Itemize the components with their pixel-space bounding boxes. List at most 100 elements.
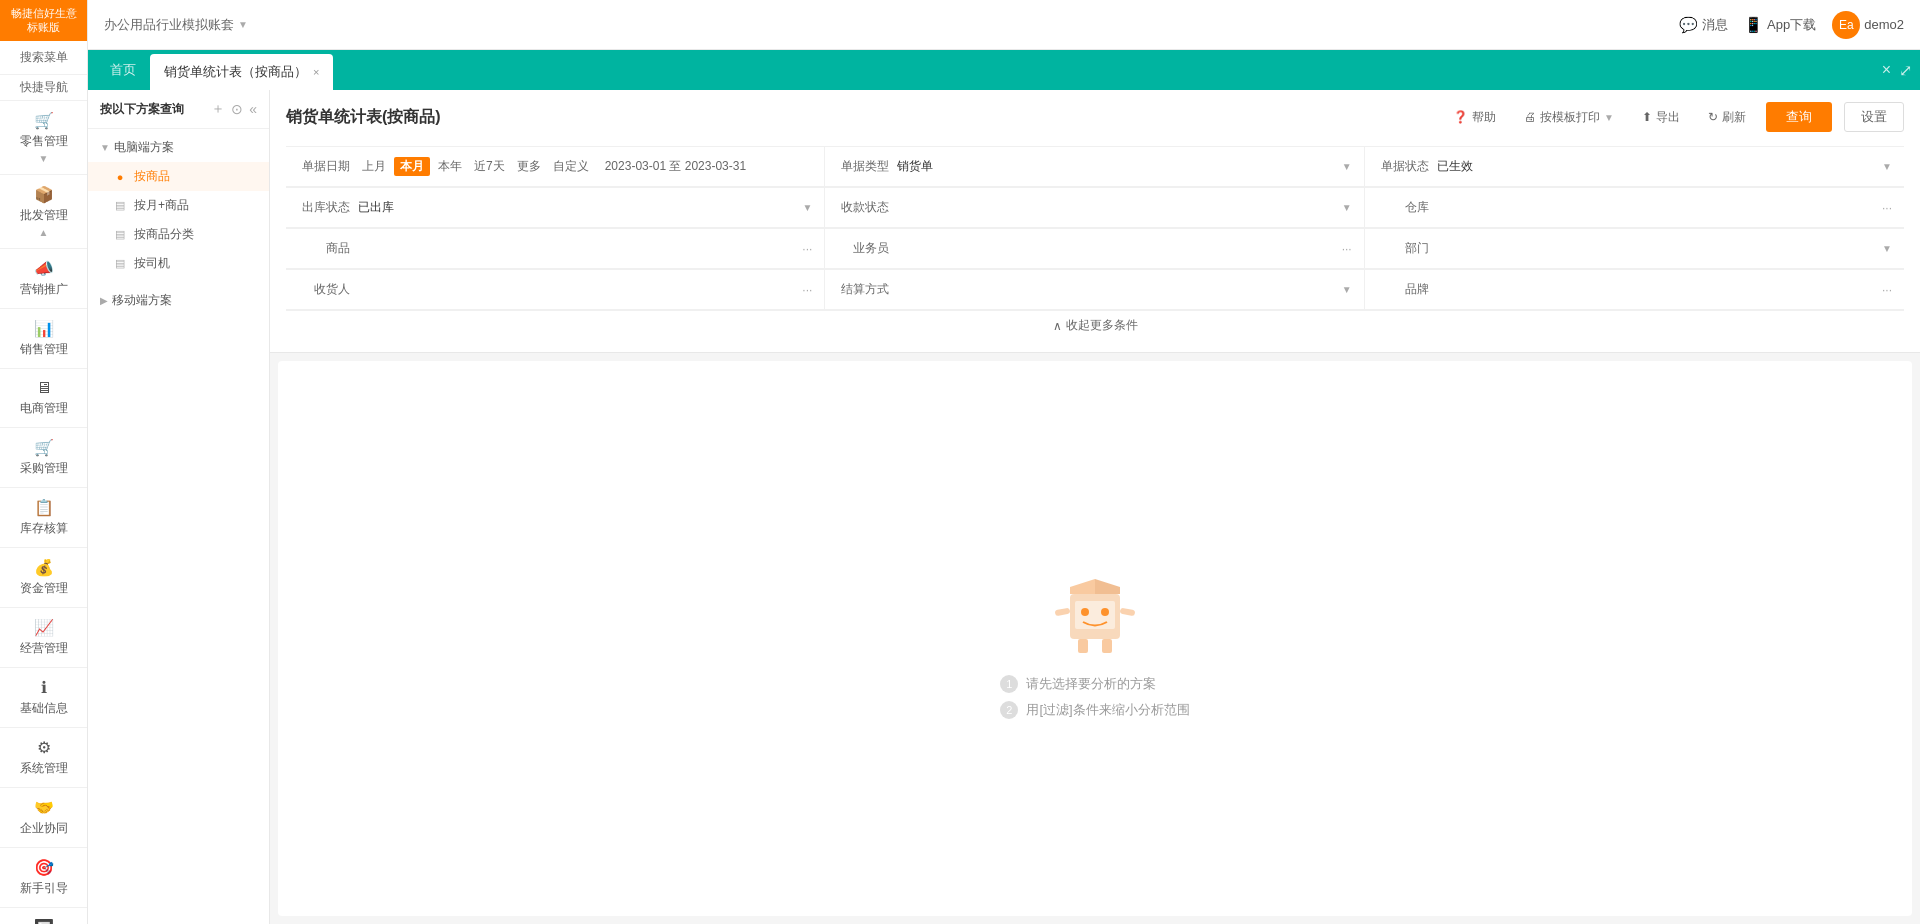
- staff-value[interactable]: ···: [897, 242, 1351, 256]
- receiptstatus-value[interactable]: ▼: [897, 202, 1351, 213]
- window-maximize-icon[interactable]: ⤢: [1899, 61, 1912, 80]
- doctype-value[interactable]: 销货单 ▼: [897, 158, 1351, 175]
- appcenter-icon: 🔲: [34, 918, 54, 924]
- receiptstatus-dropdown-icon[interactable]: ▼: [1342, 202, 1352, 213]
- doctype-dropdown-icon[interactable]: ▼: [1342, 161, 1352, 172]
- message-btn[interactable]: 💬 消息: [1679, 16, 1728, 34]
- scheme-group-desktop-title[interactable]: ▼ 电脑端方案: [88, 133, 269, 162]
- sidebar-item-finance[interactable]: 💰 资金管理: [0, 548, 87, 608]
- quick-nav[interactable]: 快捷导航: [0, 75, 87, 101]
- filter-row-2: 出库状态 已出库 ▼ 收款状态 ▼: [286, 187, 1904, 228]
- goods-value[interactable]: ···: [358, 242, 812, 256]
- scheme-group-mobile: ▶ 移动端方案: [88, 282, 269, 319]
- goods-dots-icon[interactable]: ···: [802, 242, 812, 256]
- dept-value[interactable]: ▼: [1437, 243, 1892, 254]
- purchase-icon: 🛒: [34, 438, 54, 457]
- header-industry: 办公用品行业模拟账套 ▼: [104, 16, 248, 34]
- warehouse-value[interactable]: ···: [1437, 201, 1892, 215]
- outstatus-value[interactable]: 已出库 ▼: [358, 199, 812, 216]
- search-menu[interactable]: 搜索菜单: [0, 41, 87, 75]
- settings-scheme-btn[interactable]: ⊙: [231, 101, 243, 117]
- outstatus-dropdown-icon[interactable]: ▼: [802, 202, 812, 213]
- scheme-item-by-driver[interactable]: ▤ 按司机: [88, 249, 269, 278]
- svg-marker-2: [1095, 579, 1120, 594]
- filter-date-cell: 单据日期 上月 本月 本年 近7天 更多 自定义 2023-03-01 至 20…: [286, 147, 825, 187]
- table3-icon: ▤: [112, 256, 128, 272]
- date-tab-lastmonth[interactable]: 上月: [358, 156, 390, 177]
- empty-illustration: [1045, 559, 1145, 659]
- brand-dots-icon[interactable]: ···: [1882, 283, 1892, 297]
- scheme-group-mobile-title[interactable]: ▶ 移动端方案: [88, 286, 269, 315]
- receiver-dots-icon[interactable]: ···: [802, 283, 812, 297]
- empty-tip-2: 2 用[过滤]条件来缩小分析范围: [1000, 701, 1189, 719]
- collapse-filters-btn[interactable]: ∧ 收起更多条件: [286, 310, 1904, 340]
- logo-text: 畅捷信好生意 标账版: [11, 6, 77, 35]
- avatar: Ea: [1832, 11, 1860, 39]
- sidebar-item-operations[interactable]: 📈 经营管理: [0, 608, 87, 668]
- payment-value[interactable]: ▼: [897, 284, 1351, 295]
- app-download-btn[interactable]: 📱 App下载: [1744, 16, 1816, 34]
- tip-num-2: 2: [1000, 701, 1018, 719]
- scheme-item-by-category[interactable]: ▤ 按商品分类: [88, 220, 269, 249]
- warehouse-dots-icon[interactable]: ···: [1882, 201, 1892, 215]
- filter-row-1: 单据日期 上月 本月 本年 近7天 更多 自定义 2023-03-01 至 20…: [286, 146, 1904, 187]
- filter-docstatus-cell: 单据状态 已生效 ▼: [1365, 147, 1904, 187]
- scheme-item-by-goods[interactable]: ● 按商品: [88, 162, 269, 191]
- sidebar-item-retail[interactable]: 🛒 零售管理 ▼: [0, 101, 87, 175]
- date-tab-thismonth[interactable]: 本月: [394, 157, 430, 176]
- staff-dots-icon[interactable]: ···: [1342, 242, 1352, 256]
- collapse-scheme-btn[interactable]: «: [249, 101, 257, 117]
- sidebar-item-system[interactable]: ⚙ 系统管理: [0, 728, 87, 788]
- sidebar-item-wholesale[interactable]: 📦 批发管理 ▲: [0, 175, 87, 249]
- sidebar-item-marketing[interactable]: 📣 营销推广: [0, 249, 87, 309]
- sidebar-item-ecommerce[interactable]: 🖥 电商管理: [0, 369, 87, 428]
- sidebar-item-guide[interactable]: 🎯 新手引导: [0, 848, 87, 908]
- goods-label: 商品: [298, 240, 358, 257]
- refresh-btn[interactable]: ↻ 刷新: [1700, 105, 1754, 130]
- sidebar-item-purchase[interactable]: 🛒 采购管理: [0, 428, 87, 488]
- export-btn[interactable]: ⬆ 导出: [1634, 105, 1688, 130]
- sidebar-item-sales[interactable]: 📊 销售管理: [0, 309, 87, 369]
- help-btn[interactable]: ❓ 帮助: [1445, 105, 1504, 130]
- svg-marker-1: [1070, 579, 1095, 594]
- dept-dropdown-icon[interactable]: ▼: [1882, 243, 1892, 254]
- sidebar-item-collab[interactable]: 🤝 企业协同: [0, 788, 87, 848]
- right-content: 销货单统计表(按商品) ❓ 帮助 🖨 按模板打印 ▼ ⬆: [270, 90, 1920, 924]
- date-tab-thisyear[interactable]: 本年: [434, 156, 466, 177]
- scheme-item-by-month-goods[interactable]: ▤ 按月+商品: [88, 191, 269, 220]
- doctype-label: 单据类型: [837, 158, 897, 175]
- date-tab-more[interactable]: 更多: [513, 156, 545, 177]
- user-menu[interactable]: Ea demo2: [1832, 11, 1904, 39]
- print-btn[interactable]: 🖨 按模板打印 ▼: [1516, 105, 1622, 130]
- tab-home[interactable]: 首页: [96, 50, 150, 90]
- tab-close-btn[interactable]: ×: [313, 66, 319, 78]
- query-btn[interactable]: 查询: [1766, 102, 1832, 132]
- sidebar-item-appcenter[interactable]: 🔲 应用中心: [0, 908, 87, 924]
- tab-current[interactable]: 销货单统计表（按商品） ×: [150, 54, 333, 90]
- main-area: 办公用品行业模拟账套 ▼ 💬 消息 📱 App下载 Ea demo2 首页 销货…: [88, 0, 1920, 924]
- page-content: 按以下方案查询 ＋ ⊙ « ▼ 电脑端方案 ● 按商品 ▤ 按月+商品: [88, 90, 1920, 924]
- scheme-panel: 按以下方案查询 ＋ ⊙ « ▼ 电脑端方案 ● 按商品 ▤ 按月+商品: [88, 90, 270, 924]
- page-title-row: 销货单统计表(按商品) ❓ 帮助 🖨 按模板打印 ▼ ⬆: [286, 102, 1904, 132]
- docstatus-value[interactable]: 已生效 ▼: [1437, 158, 1892, 175]
- filter-staff-cell: 业务员 ···: [825, 229, 1364, 269]
- receiver-value[interactable]: ···: [358, 283, 812, 297]
- chevron-down-icon[interactable]: ▼: [238, 19, 248, 30]
- brand-value[interactable]: ···: [1437, 283, 1892, 297]
- warehouse-label: 仓库: [1377, 199, 1437, 216]
- filter-row-3: 商品 ··· 业务员 ···: [286, 228, 1904, 269]
- date-tab-custom[interactable]: 自定义: [549, 156, 593, 177]
- brand-label: 品牌: [1377, 281, 1437, 298]
- settings-btn[interactable]: 设置: [1844, 102, 1904, 132]
- add-scheme-btn[interactable]: ＋: [211, 100, 225, 118]
- payment-dropdown-icon[interactable]: ▼: [1342, 284, 1352, 295]
- sidebar-item-basics[interactable]: ℹ 基础信息: [0, 668, 87, 728]
- svg-rect-7: [1120, 607, 1136, 616]
- docstatus-dropdown-icon[interactable]: ▼: [1882, 161, 1892, 172]
- help-icon: ❓: [1453, 110, 1468, 124]
- filter-goods-cell: 商品 ···: [286, 229, 825, 269]
- window-close-icon[interactable]: ×: [1882, 61, 1891, 79]
- date-tab-7days[interactable]: 近7天: [470, 156, 509, 177]
- date-range: 2023-03-01 至 2023-03-31: [605, 158, 746, 175]
- sidebar-item-inventory[interactable]: 📋 库存核算: [0, 488, 87, 548]
